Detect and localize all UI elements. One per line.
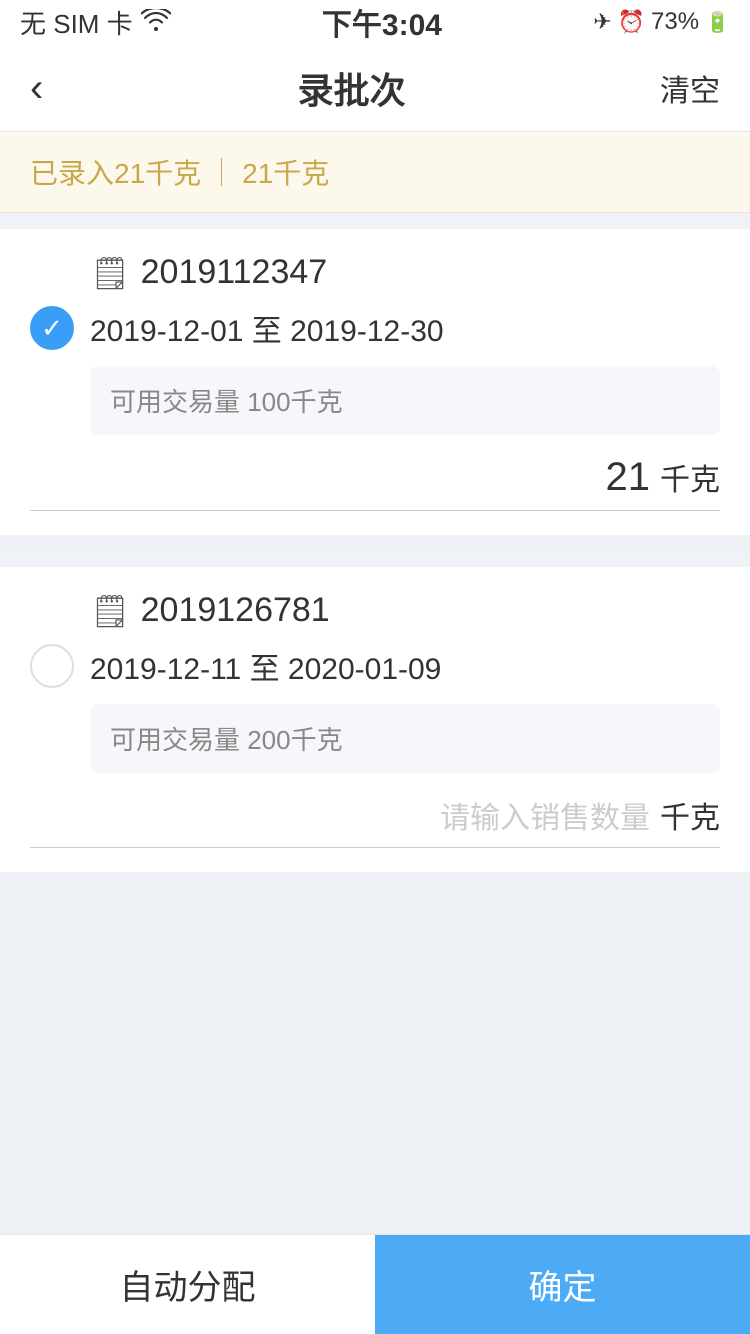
bottom-buttons: 自动分配 确定 [0, 1234, 750, 1334]
status-right: ✈ ⏰ 73% 🔋 [593, 8, 730, 36]
batch-1-doc-icon: 🗒 [90, 254, 131, 292]
content-area: 🗒 2019112347 ✓ 2019-12-01 至 2019-12-30 可… [0, 213, 750, 1315]
batch-card-1-inner: 🗒 2019112347 ✓ 2019-12-01 至 2019-12-30 可… [0, 229, 750, 435]
batch-2-doc-icon: 🗒 [90, 592, 131, 630]
clear-button[interactable]: 清空 [660, 66, 720, 110]
confirm-button[interactable]: 确定 [375, 1235, 750, 1334]
card-divider [0, 535, 750, 551]
battery-icon: 🔋 [705, 10, 730, 35]
batch-1-quantity-row: 21 千克 [0, 435, 750, 500]
nav-bar: ‹ 录批次 清空 [0, 44, 750, 132]
batch-1-bottom-space [0, 511, 750, 535]
batch-1-check-icon: ✓ [41, 315, 63, 341]
battery-label: 73% [651, 8, 699, 36]
batch-2-date: 2019-12-11 至 2020-01-09 [90, 644, 441, 688]
batch-2-radio[interactable] [30, 644, 74, 688]
back-button[interactable]: ‹ [30, 68, 43, 108]
batch-2-id-row: 🗒 2019126781 [30, 591, 720, 630]
batch-1-id: 2019112347 [141, 253, 328, 292]
auto-distribute-button[interactable]: 自动分配 [0, 1235, 375, 1334]
batch-2-bottom-space [0, 848, 750, 872]
batch-1-date-row[interactable]: ✓ 2019-12-01 至 2019-12-30 [30, 306, 720, 350]
batch-2-input-placeholder: 请输入销售数量 [440, 793, 650, 837]
batch-2-available-text: 可用交易量 200千克 [110, 725, 343, 755]
batch-1-date: 2019-12-01 至 2019-12-30 [90, 306, 444, 350]
auto-distribute-label: 自动分配 [120, 1260, 256, 1309]
summary-amount: 21千克 [242, 152, 329, 192]
confirm-label: 确定 [529, 1260, 597, 1309]
summary-banner: 已录入21千克 21千克 [0, 132, 750, 213]
batch-2-id: 2019126781 [141, 591, 330, 630]
location-icon: ✈ [593, 9, 611, 35]
batch-2-input-unit: 千克 [660, 793, 720, 837]
batch-1-available-text: 可用交易量 100千克 [110, 387, 343, 417]
batch-1-quantity-unit: 千克 [660, 455, 720, 499]
batch-1-id-row: 🗒 2019112347 [30, 253, 720, 292]
batch-1-available: 可用交易量 100千克 [90, 366, 720, 435]
alarm-icon: ⏰ [618, 9, 645, 35]
batch-2-available: 可用交易量 200千克 [90, 704, 720, 773]
recorded-text: 已录入21千克 [30, 152, 201, 192]
batch-card-1: 🗒 2019112347 ✓ 2019-12-01 至 2019-12-30 可… [0, 229, 750, 535]
status-time: 下午3:04 [322, 0, 442, 44]
batch-card-2-inner: 🗒 2019126781 2019-12-11 至 2020-01-09 可用交… [0, 567, 750, 773]
batch-2-input-row[interactable]: 请输入销售数量 千克 [0, 773, 750, 837]
sim-label: 无 SIM 卡 [20, 4, 133, 41]
status-left: 无 SIM 卡 [20, 4, 171, 41]
summary-divider [221, 158, 222, 186]
batch-2-date-row[interactable]: 2019-12-11 至 2020-01-09 [30, 644, 720, 688]
status-bar: 无 SIM 卡 下午3:04 ✈ ⏰ 73% 🔋 [0, 0, 750, 44]
batch-1-quantity-value: 21 [606, 455, 651, 500]
batch-1-radio[interactable]: ✓ [30, 306, 74, 350]
page-title: 录批次 [298, 62, 406, 114]
batch-card-2: 🗒 2019126781 2019-12-11 至 2020-01-09 可用交… [0, 567, 750, 872]
wifi-icon [141, 7, 171, 38]
